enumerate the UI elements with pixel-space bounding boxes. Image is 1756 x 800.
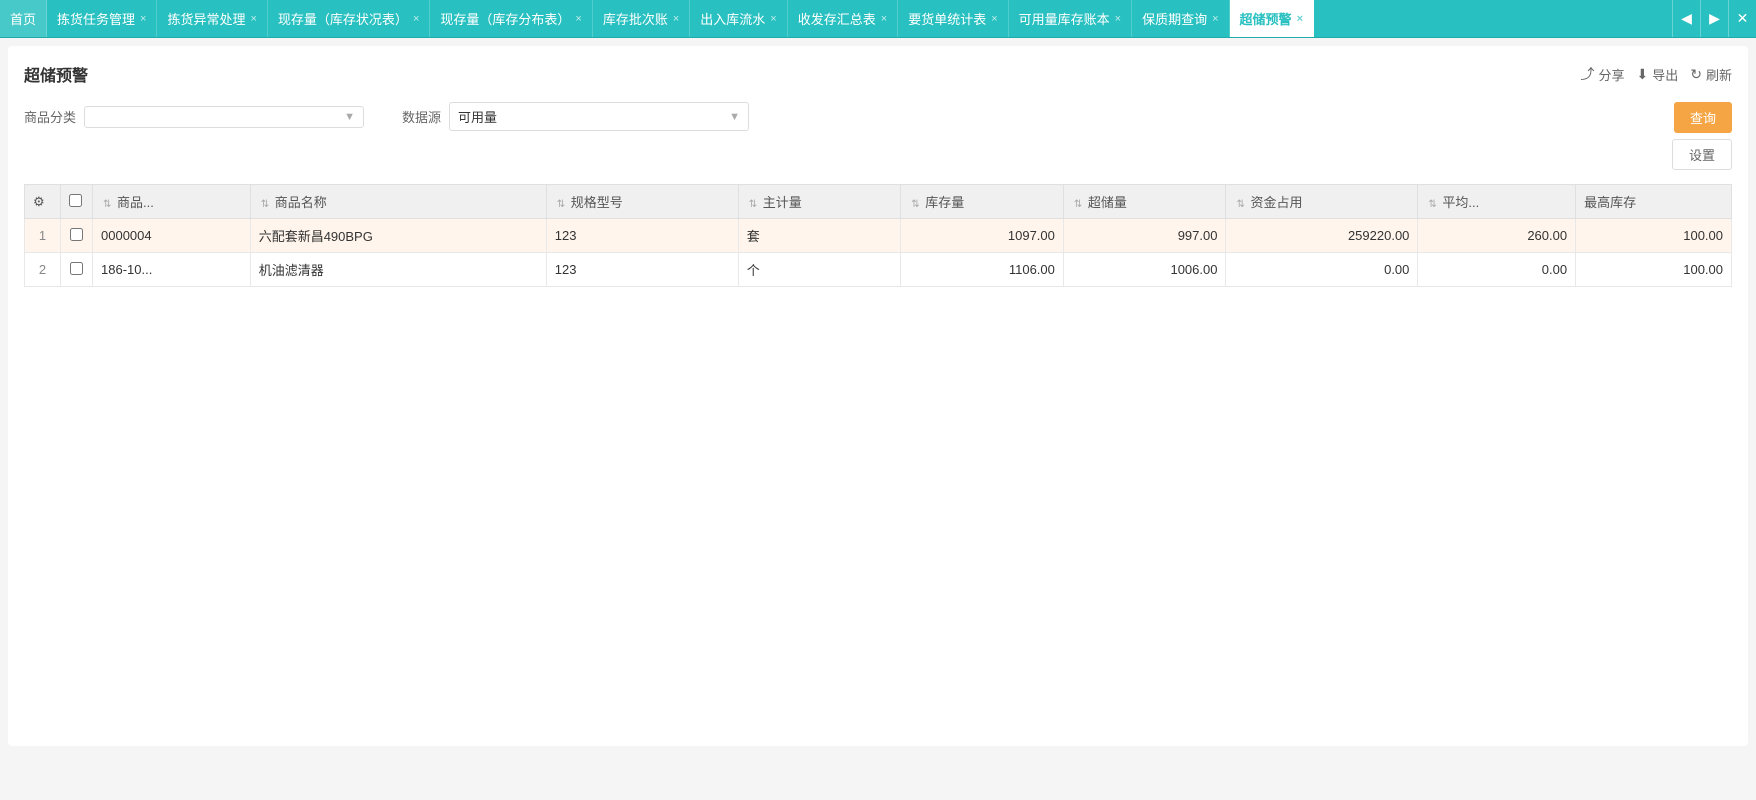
cell-spec: 123 <box>546 219 738 253</box>
cell-unit: 套 <box>738 219 901 253</box>
close-icon[interactable]: × <box>413 13 419 25</box>
nav-item-receive-send[interactable]: 收发存汇总表 × <box>788 0 898 37</box>
cell-capital: 259220.00 <box>1226 219 1418 253</box>
column-max-stock: 最高库存 <box>1576 185 1732 219</box>
table-row: 2 186-10... 机油滤清器 123 个 1106.00 1006.00 … <box>25 253 1732 287</box>
page-container: 超储预警 ⤴ 分享 ⬇ 导出 ↻ 刷新 商品分类 ▼ <box>8 46 1748 746</box>
close-icon[interactable]: × <box>673 13 679 25</box>
query-button[interactable]: 查询 <box>1674 102 1732 133</box>
row-number: 2 <box>25 253 61 287</box>
cell-avg: 260.00 <box>1418 219 1576 253</box>
sort-icon: ⇅ <box>1428 199 1436 210</box>
nav-item-home[interactable]: 首页 <box>0 0 47 37</box>
cell-avg: 0.00 <box>1418 253 1576 287</box>
gear-icon: ⚙ <box>33 194 45 209</box>
cell-max-stock: 100.00 <box>1576 253 1732 287</box>
column-gear[interactable]: ⚙ <box>25 185 61 219</box>
close-icon[interactable]: × <box>250 13 256 25</box>
cell-product-name: 六配套新昌490BPG <box>250 219 546 253</box>
sort-icon: ⇅ <box>1236 199 1244 210</box>
close-icon[interactable]: × <box>1297 13 1303 25</box>
data-table: ⚙ ⇅ 商品... ⇅ 商品名称 ⇅ 规格型号 ⇅ <box>24 184 1732 287</box>
nav-arrows: ◀ ▶ ✕ <box>1672 0 1756 38</box>
cell-stock: 1097.00 <box>901 219 1064 253</box>
sort-icon: ⇅ <box>749 199 757 210</box>
cell-product-code: 186-10... <box>93 253 251 287</box>
row-number: 1 <box>25 219 61 253</box>
column-select-all <box>61 185 93 219</box>
cell-overstock: 997.00 <box>1063 219 1226 253</box>
column-spec[interactable]: ⇅ 规格型号 <box>546 185 738 219</box>
nav-prev-button[interactable]: ◀ <box>1672 0 1700 38</box>
data-source-select[interactable]: 可用量 ▼ <box>449 102 749 131</box>
chevron-down-icon: ▼ <box>344 111 355 123</box>
close-icon[interactable]: × <box>770 13 776 25</box>
nav-close-all-button[interactable]: ✕ <box>1728 0 1756 38</box>
refresh-button[interactable]: ↻ 刷新 <box>1690 65 1732 84</box>
column-stock[interactable]: ⇅ 库存量 <box>901 185 1064 219</box>
nav-item-overstock-warning[interactable]: 超储预警 × <box>1230 0 1314 37</box>
close-icon[interactable]: × <box>1212 13 1218 25</box>
page-header: 超储预警 ⤴ 分享 ⬇ 导出 ↻ 刷新 <box>24 62 1732 86</box>
cell-product-code: 0000004 <box>93 219 251 253</box>
nav-next-button[interactable]: ▶ <box>1700 0 1728 38</box>
select-all-checkbox[interactable] <box>69 194 82 207</box>
cell-unit: 个 <box>738 253 901 287</box>
cell-max-stock: 100.00 <box>1576 219 1732 253</box>
column-unit[interactable]: ⇅ 主计量 <box>738 185 901 219</box>
column-capital[interactable]: ⇅ 资金占用 <box>1226 185 1418 219</box>
product-category-select[interactable]: ▼ <box>84 106 364 128</box>
cell-stock: 1106.00 <box>901 253 1064 287</box>
nav-item-quality-check[interactable]: 保质期查询 × <box>1132 0 1229 37</box>
sort-icon: ⇅ <box>557 199 565 210</box>
data-source-label: 数据源 <box>402 107 441 126</box>
sort-icon: ⇅ <box>261 199 269 210</box>
data-source-filter: 数据源 可用量 ▼ <box>402 102 749 131</box>
column-product-name[interactable]: ⇅ 商品名称 <box>250 185 546 219</box>
refresh-icon: ↻ <box>1690 66 1702 83</box>
nav-item-inout-flow[interactable]: 出入库流水 × <box>690 0 787 37</box>
sort-icon: ⇅ <box>103 199 111 210</box>
row-checkbox[interactable] <box>70 262 83 275</box>
nav-item-task-mgmt[interactable]: 拣货任务管理 × <box>47 0 157 37</box>
page-title: 超储预警 <box>24 62 88 86</box>
row-checkbox-cell <box>61 253 93 287</box>
nav-item-inventory-dist[interactable]: 现存量（库存分布表） × <box>430 0 592 37</box>
column-overstock[interactable]: ⇅ 超储量 <box>1063 185 1226 219</box>
column-product-code[interactable]: ⇅ 商品... <box>93 185 251 219</box>
cell-spec: 123 <box>546 253 738 287</box>
table-row: 1 0000004 六配套新昌490BPG 123 套 1097.00 997.… <box>25 219 1732 253</box>
column-avg[interactable]: ⇅ 平均... <box>1418 185 1576 219</box>
table-header: ⚙ ⇅ 商品... ⇅ 商品名称 ⇅ 规格型号 ⇅ <box>25 185 1732 219</box>
cell-product-name: 机油滤清器 <box>250 253 546 287</box>
nav-item-available-account[interactable]: 可用量库存账本 × <box>1009 0 1132 37</box>
close-icon[interactable]: × <box>881 13 887 25</box>
sort-icon: ⇅ <box>1074 199 1082 210</box>
nav-item-inventory-status[interactable]: 现存量（库存状况表） × <box>268 0 430 37</box>
chevron-down-icon: ▼ <box>729 111 740 123</box>
close-icon[interactable]: × <box>575 13 581 25</box>
table-body: 1 0000004 六配套新昌490BPG 123 套 1097.00 997.… <box>25 219 1732 287</box>
nav-bar: 首页 拣货任务管理 × 拣货异常处理 × 现存量（库存状况表） × 现存量（库存… <box>0 0 1756 38</box>
close-icon[interactable]: × <box>140 13 146 25</box>
page-actions: ⤴ 分享 ⬇ 导出 ↻ 刷新 <box>1580 64 1732 84</box>
row-checkbox[interactable] <box>70 228 83 241</box>
nav-item-order-stat[interactable]: 要货单统计表 × <box>898 0 1008 37</box>
product-category-label: 商品分类 <box>24 107 76 126</box>
cell-overstock: 1006.00 <box>1063 253 1226 287</box>
share-icon: ⤴ <box>1580 64 1594 84</box>
share-button[interactable]: ⤴ 分享 <box>1580 64 1624 84</box>
nav-item-abnormal[interactable]: 拣货异常处理 × <box>157 0 267 37</box>
export-button[interactable]: ⬇ 导出 <box>1637 65 1679 84</box>
export-icon: ⬇ <box>1637 66 1649 83</box>
sort-icon: ⇅ <box>911 199 919 210</box>
nav-item-batch-account[interactable]: 库存批次账 × <box>593 0 690 37</box>
cell-capital: 0.00 <box>1226 253 1418 287</box>
close-icon[interactable]: × <box>1115 13 1121 25</box>
product-category-filter: 商品分类 ▼ <box>24 106 364 128</box>
settings-button[interactable]: 设置 <box>1672 139 1732 170</box>
row-checkbox-cell <box>61 219 93 253</box>
close-icon[interactable]: × <box>991 13 997 25</box>
